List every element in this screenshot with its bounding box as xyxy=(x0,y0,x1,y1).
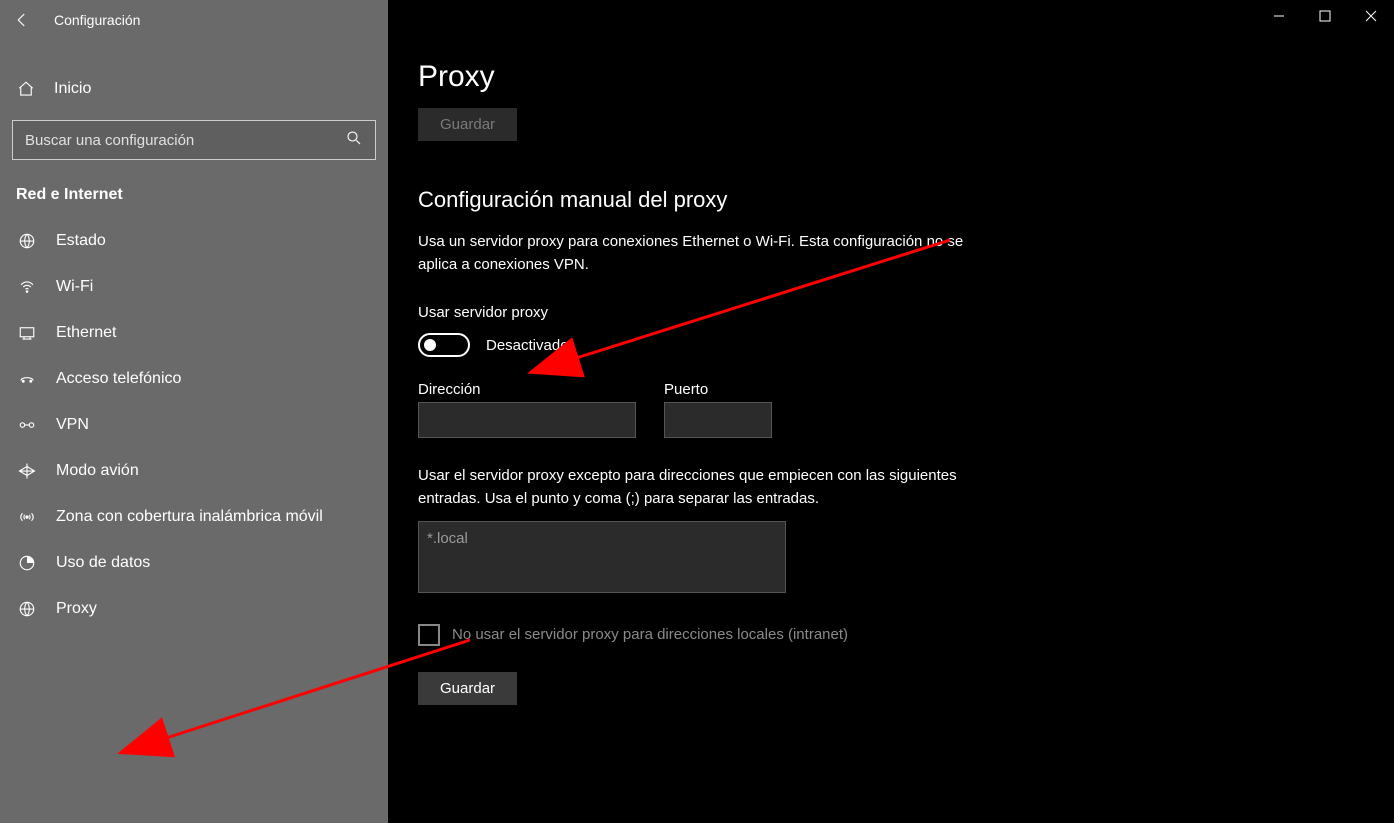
datausage-icon xyxy=(16,554,38,572)
exceptions-textarea[interactable] xyxy=(418,521,786,593)
save-bottom-button[interactable]: Guardar xyxy=(418,672,517,705)
sidebar-item-label: Proxy xyxy=(56,600,97,618)
local-addresses-label: No usar el servidor proxy para direccion… xyxy=(452,626,848,643)
exceptions-label: Usar el servidor proxy excepto para dire… xyxy=(418,464,978,511)
home-icon xyxy=(16,80,36,98)
sidebar-item-label: Uso de datos xyxy=(56,554,150,572)
use-proxy-toggle[interactable] xyxy=(418,333,470,357)
page-title: Proxy xyxy=(418,60,1364,94)
sidebar-item-ethernet[interactable]: Ethernet xyxy=(0,310,388,356)
globe-icon xyxy=(16,232,38,250)
minimize-button[interactable] xyxy=(1256,0,1302,32)
sidebar-item-hotspot[interactable]: Zona con cobertura inalámbrica móvil xyxy=(0,494,388,540)
search-input[interactable] xyxy=(25,132,345,149)
sidebar-item-label: VPN xyxy=(56,416,89,434)
address-label: Dirección xyxy=(418,381,636,398)
back-button[interactable] xyxy=(10,8,34,32)
sidebar-item-dialup[interactable]: Acceso telefónico xyxy=(0,356,388,402)
sidebar-item-label: Ethernet xyxy=(56,324,116,342)
content: Proxy Guardar Configuración manual del p… xyxy=(388,0,1394,725)
search-icon xyxy=(345,129,363,152)
sidebar: Configuración Inicio Red e Internet Esta… xyxy=(0,0,388,823)
address-input[interactable] xyxy=(418,402,636,438)
main-panel: Proxy Guardar Configuración manual del p… xyxy=(388,0,1394,823)
search-box[interactable] xyxy=(12,120,376,160)
sidebar-item-label: Zona con cobertura inalámbrica móvil xyxy=(56,508,323,526)
sidebar-section-label: Red e Internet xyxy=(0,160,388,218)
toggle-knob-icon xyxy=(424,339,436,351)
vpn-icon xyxy=(16,416,38,434)
local-addresses-checkbox[interactable] xyxy=(418,624,440,646)
toggle-state-label: Desactivado xyxy=(486,337,569,354)
window-title-row: Configuración xyxy=(0,0,388,40)
sidebar-item-label: Acceso telefónico xyxy=(56,370,181,388)
close-button[interactable] xyxy=(1348,0,1394,32)
sidebar-item-datausage[interactable]: Uso de datos xyxy=(0,540,388,586)
port-input[interactable] xyxy=(664,402,772,438)
sidebar-item-wifi[interactable]: Wi-Fi xyxy=(0,264,388,310)
window-controls xyxy=(1256,0,1394,32)
sidebar-item-airplane[interactable]: Modo avión xyxy=(0,448,388,494)
home-label: Inicio xyxy=(54,80,91,98)
window-title: Configuración xyxy=(54,12,140,28)
save-top-button[interactable]: Guardar xyxy=(418,108,517,141)
airplane-icon xyxy=(16,462,38,480)
hotspot-icon xyxy=(16,508,38,526)
manual-proxy-title: Configuración manual del proxy xyxy=(418,187,1364,213)
sidebar-item-label: Estado xyxy=(56,232,106,250)
maximize-button[interactable] xyxy=(1302,0,1348,32)
sidebar-item-vpn[interactable]: VPN xyxy=(0,402,388,448)
sidebar-item-home[interactable]: Inicio xyxy=(0,70,388,108)
port-label: Puerto xyxy=(664,381,772,398)
manual-proxy-desc: Usa un servidor proxy para conexiones Et… xyxy=(418,231,978,276)
sidebar-item-label: Modo avión xyxy=(56,462,139,480)
sidebar-item-estado[interactable]: Estado xyxy=(0,218,388,264)
sidebar-item-proxy[interactable]: Proxy xyxy=(0,586,388,632)
use-proxy-label: Usar servidor proxy xyxy=(418,304,1364,321)
dialup-icon xyxy=(16,370,38,388)
sidebar-item-label: Wi-Fi xyxy=(56,278,93,296)
ethernet-icon xyxy=(16,324,38,342)
proxy-icon xyxy=(16,600,38,618)
wifi-icon xyxy=(16,278,38,296)
